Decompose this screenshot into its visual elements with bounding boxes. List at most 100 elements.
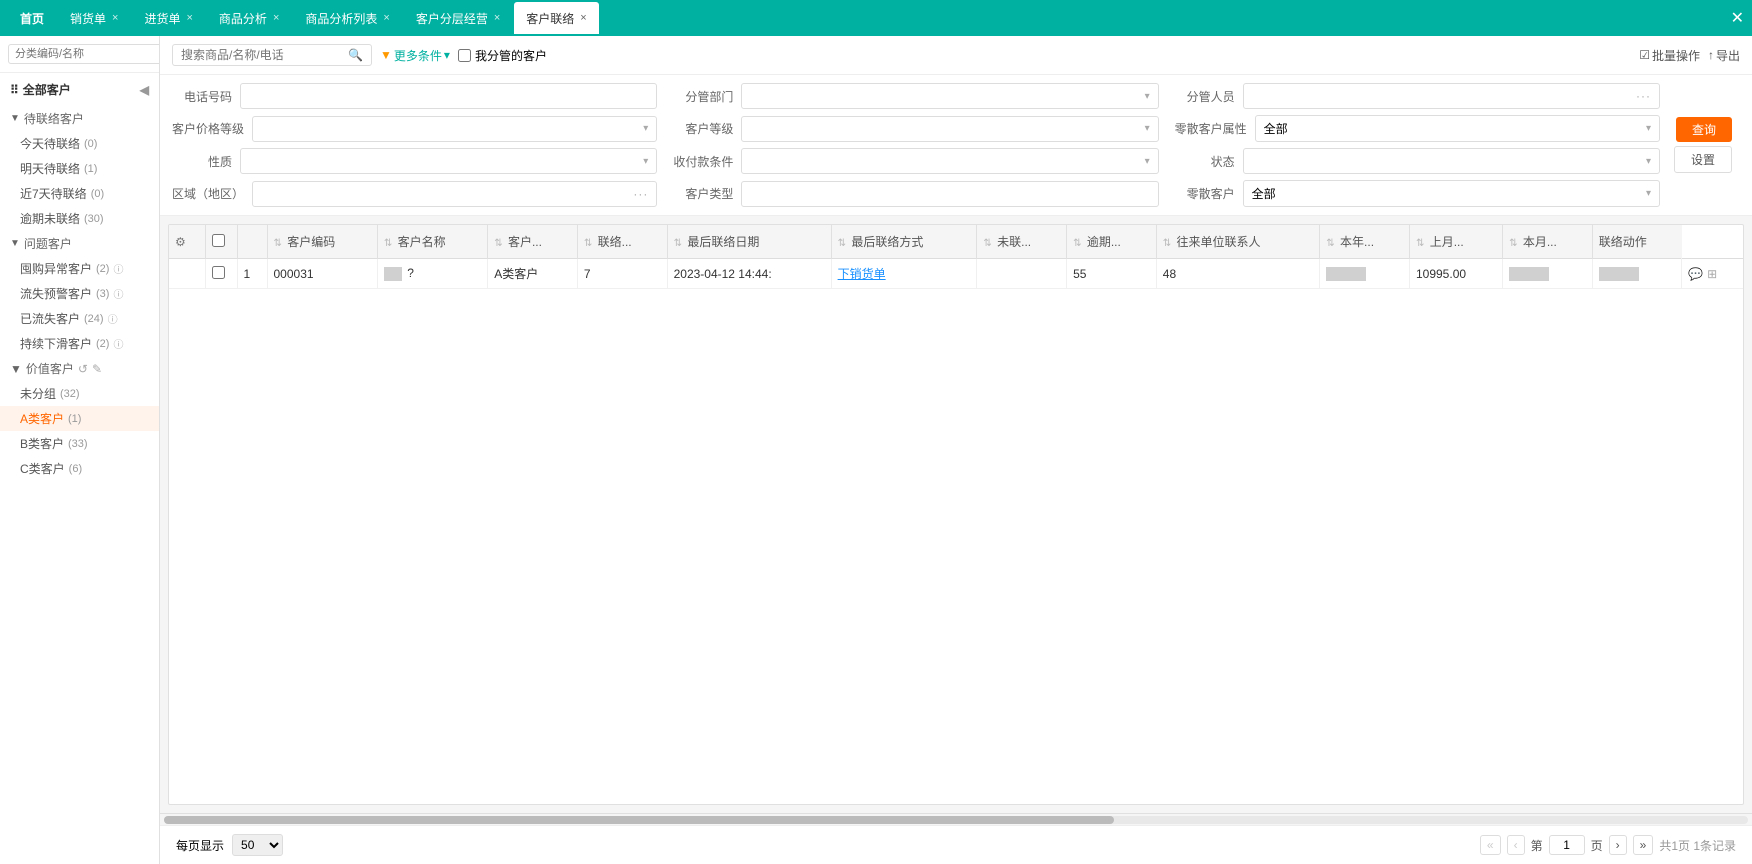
col-code-label: 客户编码: [287, 235, 335, 249]
nav-purchase-close[interactable]: ×: [186, 12, 192, 24]
status-arrow-icon: ▾: [1646, 156, 1651, 167]
page-prev-btn[interactable]: ‹: [1507, 835, 1525, 855]
td-name: ?: [377, 259, 487, 289]
page-input[interactable]: [1549, 835, 1585, 855]
nav-customer-mgmt[interactable]: 客户分层经营 ×: [404, 2, 512, 34]
filter-dept-input[interactable]: ▾: [741, 83, 1158, 109]
filter-row-3: 性质 ▾ 收付款条件 ▾ 状态: [172, 148, 1660, 174]
page-last-btn[interactable]: »: [1633, 835, 1654, 855]
filter-search-input[interactable]: [181, 48, 344, 62]
td-checkbox[interactable]: [205, 259, 237, 289]
th-contact-person[interactable]: ⇅ 往来单位联系人: [1156, 225, 1320, 259]
page-size-select[interactable]: 50 100 200: [232, 834, 283, 856]
settings-btn[interactable]: 设置: [1674, 146, 1732, 173]
sidebar-item-warning[interactable]: 流失预警客户 (3) ⓘ: [0, 281, 159, 306]
sidebar-item-a-class[interactable]: A类客户 (1): [0, 406, 159, 431]
th-last-date[interactable]: ⇅ 最后联络日期: [667, 225, 831, 259]
sidebar-item-abnormal[interactable]: 囤购异常客户 (2) ⓘ: [0, 256, 159, 281]
filter-type-input[interactable]: [741, 181, 1158, 207]
my-customers-check[interactable]: [458, 49, 471, 62]
export-btn[interactable]: ↑ 导出: [1708, 47, 1740, 64]
sidebar-section-problem[interactable]: ▼ 问题客户: [0, 231, 159, 256]
td-this-year: 10995.00: [1409, 259, 1502, 289]
nav-product-list-close[interactable]: ×: [383, 12, 389, 24]
th-this-year[interactable]: ⇅ 本年...: [1320, 225, 1410, 259]
sidebar-item-declining[interactable]: 持续下滑客户 (2) ⓘ: [0, 331, 159, 356]
sort-icon-code: ⇅: [274, 238, 282, 249]
filter-level-input[interactable]: ▾: [741, 116, 1158, 142]
filter-retail-label: 零散客户: [1175, 185, 1235, 202]
select-all-checkbox[interactable]: [212, 234, 225, 247]
nav-purchase[interactable]: 进货单 ×: [132, 2, 204, 34]
gear-icon[interactable]: ⚙: [175, 235, 186, 249]
chat-icon[interactable]: 💬: [1688, 267, 1703, 281]
nav-customer-contact[interactable]: 客户联络 ×: [514, 2, 598, 34]
th-contact[interactable]: ⇅ 联络...: [577, 225, 667, 259]
col-contact-label: 联络...: [598, 235, 632, 249]
item-today-count: (0): [84, 138, 97, 150]
item-week-count: (0): [91, 188, 104, 200]
sidebar-item-today[interactable]: 今天待联络 (0): [0, 131, 159, 156]
qr-icon[interactable]: ⊞: [1707, 267, 1717, 281]
td-overdue: 48: [1156, 259, 1320, 289]
filter-payment-input[interactable]: ▾: [741, 148, 1158, 174]
row-checkbox[interactable]: [212, 266, 225, 279]
sidebar-item-tomorrow[interactable]: 明天待联络 (1): [0, 156, 159, 181]
filter-price-input[interactable]: ▾: [252, 116, 657, 142]
filter-status-label: 状态: [1175, 153, 1235, 170]
my-customers-checkbox[interactable]: 我分管的客户: [458, 47, 547, 64]
sidebar-item-week[interactable]: 近7天待联络 (0): [0, 181, 159, 206]
th-name[interactable]: ⇅ 客户名称: [377, 225, 487, 259]
filter-retail-input[interactable]: 全部 ▾: [1243, 180, 1660, 207]
sidebar-item-c-class[interactable]: C类客户 (6): [0, 456, 159, 481]
th-overdue[interactable]: ⇅ 逾期...: [1067, 225, 1157, 259]
scroll-thumb[interactable]: [164, 816, 1114, 824]
th-last-month[interactable]: ⇅ 上月...: [1409, 225, 1502, 259]
sidebar-all-customers[interactable]: ⠿ 全部客户 ◀: [0, 73, 159, 106]
query-btn[interactable]: 查询: [1676, 117, 1732, 142]
sidebar-item-overdue[interactable]: 逾期未联络 (30): [0, 206, 159, 231]
last-method-link[interactable]: 下销货单: [838, 267, 886, 281]
filter-search-box[interactable]: 🔍: [172, 44, 372, 66]
sidebar-item-lost[interactable]: 已流失客户 (24) ⓘ: [0, 306, 159, 331]
nav-sales-close[interactable]: ×: [112, 12, 118, 24]
filter-phone-input[interactable]: [240, 83, 657, 109]
sidebar-section-pending[interactable]: ▼ 待联络客户: [0, 106, 159, 131]
th-type[interactable]: ⇅ 客户...: [488, 225, 578, 259]
page-next-btn[interactable]: ›: [1609, 835, 1627, 855]
th-this-month[interactable]: ⇅ 本月...: [1503, 225, 1593, 259]
sidebar-item-b-class[interactable]: B类客户 (33): [0, 431, 159, 456]
th-last-method[interactable]: ⇅ 最后联络方式: [831, 225, 977, 259]
refresh-icon[interactable]: ↺: [78, 362, 88, 376]
td-last-method[interactable]: 下销货单: [831, 259, 977, 289]
sidebar-item-unsorted[interactable]: 未分组 (32): [0, 381, 159, 406]
filter-status-input[interactable]: ▾: [1243, 148, 1660, 174]
filter-more-btn[interactable]: ▼ 更多条件 ▾: [380, 47, 450, 64]
nav-sales[interactable]: 销货单 ×: [58, 2, 130, 34]
nav-customer-contact-close[interactable]: ×: [580, 12, 586, 24]
nav-product-analysis[interactable]: 商品分析 ×: [207, 2, 291, 34]
filter-retail-attr-input[interactable]: 全部 ▾: [1255, 115, 1660, 142]
th-gear[interactable]: ⚙: [169, 225, 205, 259]
filter-region-input[interactable]: ···: [252, 181, 657, 207]
th-checkbox[interactable]: [205, 225, 237, 259]
sidebar-search-input[interactable]: [8, 44, 160, 64]
th-unlisted[interactable]: ⇅ 未联...: [977, 225, 1067, 259]
batch-op-btn[interactable]: ☑ 批量操作: [1639, 47, 1700, 64]
th-code[interactable]: ⇅ 客户编码: [267, 225, 377, 259]
nav-home[interactable]: 首页: [8, 2, 56, 34]
filter-search-icon[interactable]: 🔍: [348, 48, 363, 62]
filter-icon: ▼: [380, 48, 392, 62]
window-close-icon[interactable]: ✕: [1731, 8, 1744, 28]
nav-product-analysis-close[interactable]: ×: [273, 12, 279, 24]
filter-manager-input[interactable]: ···: [1243, 83, 1660, 109]
sidebar-collapse-icon[interactable]: ◀: [140, 83, 149, 97]
edit-icon[interactable]: ✎: [92, 362, 102, 376]
nav-customer-mgmt-close[interactable]: ×: [494, 12, 500, 24]
filter-nature-input[interactable]: ▾: [240, 148, 657, 174]
filter-manager-label: 分管人员: [1175, 88, 1235, 105]
horizontal-scrollbar[interactable]: [160, 813, 1752, 825]
page-first-btn[interactable]: «: [1480, 835, 1501, 855]
total-text: 共1页 1条记录: [1659, 837, 1736, 854]
nav-product-list[interactable]: 商品分析列表 ×: [293, 2, 401, 34]
